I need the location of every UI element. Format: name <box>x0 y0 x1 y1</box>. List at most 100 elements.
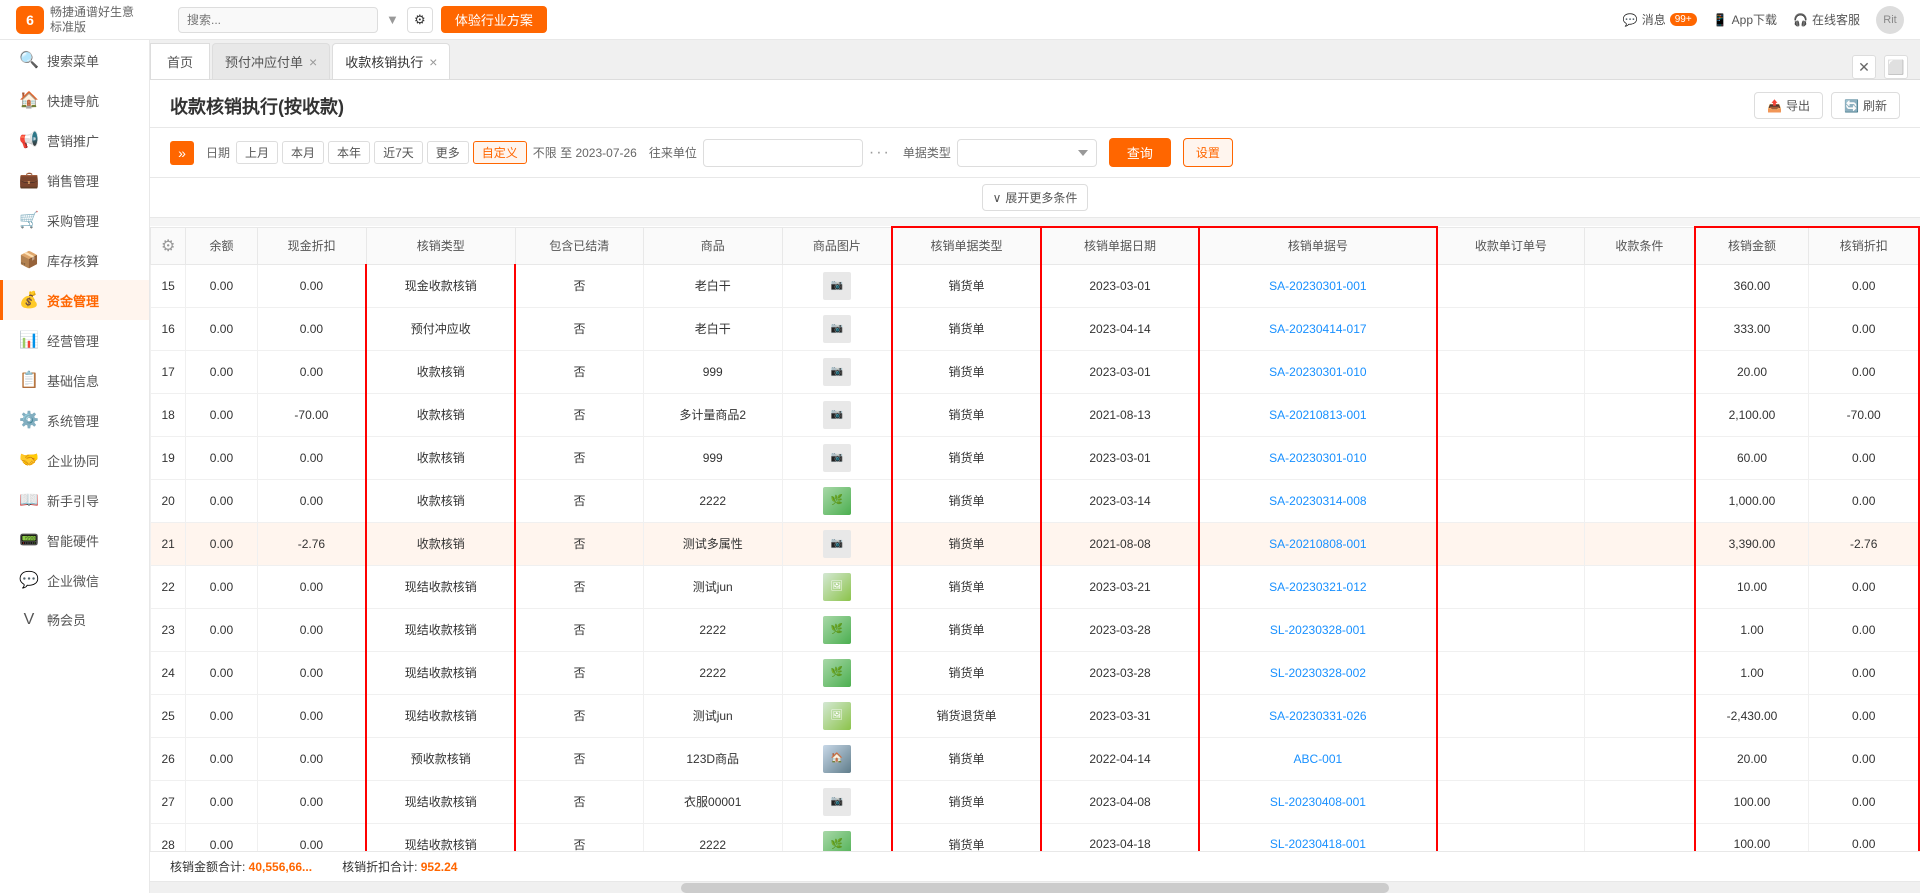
online-service-item[interactable]: 🎧 在线客服 <box>1793 11 1860 28</box>
tab-maximize-icon[interactable]: ⬜ <box>1884 55 1908 79</box>
from-unit-input[interactable] <box>703 139 863 167</box>
sidebar-item-hardware[interactable]: 📟 智能硬件 <box>0 520 149 560</box>
td-row-num: 23 <box>151 608 186 651</box>
th-product-img: 商品图片 <box>782 227 892 264</box>
date-btn-this-month[interactable]: 本月 <box>282 141 324 164</box>
td-verify-type: 预收款核销 <box>366 737 515 780</box>
message-item[interactable]: 💬 消息 99+ <box>1623 11 1697 28</box>
td-product-img: 🖼 <box>782 565 892 608</box>
td-bill-date: 2021-08-08 <box>1041 522 1199 565</box>
trial-button[interactable]: 体验行业方案 <box>441 6 547 33</box>
th-settings[interactable]: ⚙ <box>151 227 186 264</box>
sidebar-item-finance[interactable]: 💰 资金管理 <box>0 280 149 320</box>
tab-prepaid[interactable]: 预付冲应付单 × <box>212 43 330 79</box>
sidebar-item-search[interactable]: 🔍 搜索菜单 <box>0 40 149 80</box>
date-btn-last-month[interactable]: 上月 <box>236 141 278 164</box>
horizontal-scrollbar[interactable] <box>150 881 1920 893</box>
search-input[interactable] <box>178 7 378 33</box>
date-btn-this-year[interactable]: 本年 <box>328 141 370 164</box>
sidebar-item-basic-info[interactable]: 📋 基础信息 <box>0 360 149 400</box>
date-btn-7days[interactable]: 近7天 <box>374 141 423 164</box>
td-cash-discount: -70.00 <box>257 393 366 436</box>
sidebar-item-management[interactable]: 📊 经营管理 <box>0 320 149 360</box>
search-button[interactable]: 查询 <box>1109 138 1171 167</box>
sidebar-item-marketing[interactable]: 📢 营销推广 <box>0 120 149 160</box>
td-verify-type: 现结收款核销 <box>366 608 515 651</box>
td-product: 测试多属性 <box>643 522 782 565</box>
td-bill-no[interactable]: SA-20230321-012 <box>1199 565 1436 608</box>
td-bill-no[interactable]: SA-20230314-008 <box>1199 479 1436 522</box>
page-header: 收款核销执行(按收款) 📤 导出 🔄 刷新 <box>150 80 1920 128</box>
filter-settings-button[interactable]: 设置 <box>1183 138 1233 167</box>
td-payment-term <box>1585 694 1695 737</box>
bill-type-select[interactable] <box>957 139 1097 167</box>
refresh-button[interactable]: 🔄 刷新 <box>1831 92 1900 119</box>
td-bill-no[interactable]: ABC-001 <box>1199 737 1436 780</box>
td-cash-discount: 0.00 <box>257 780 366 823</box>
td-collection-order <box>1437 780 1585 823</box>
td-bill-no[interactable]: SA-20230414-017 <box>1199 307 1436 350</box>
app-download-item[interactable]: 📱 App下载 <box>1713 11 1777 28</box>
td-bill-no[interactable]: SL-20230408-001 <box>1199 780 1436 823</box>
scroll-thumb[interactable] <box>681 883 1389 893</box>
footer-total-amount: 核销金额合计: 40,556,66... <box>170 858 312 875</box>
tab-close-prepaid[interactable]: × <box>309 55 317 69</box>
td-collection-order <box>1437 608 1585 651</box>
td-verify-type: 收款核销 <box>366 393 515 436</box>
sidebar-item-quick-nav[interactable]: 🏠 快捷导航 <box>0 80 149 120</box>
td-cash-discount: 0.00 <box>257 737 366 780</box>
sidebar-item-cooperation[interactable]: 🤝 企业协同 <box>0 440 149 480</box>
td-bill-type: 销货单 <box>892 608 1041 651</box>
tab-collection[interactable]: 收款核销执行 × <box>332 43 450 79</box>
td-balance: 0.00 <box>186 393 257 436</box>
td-bill-date: 2023-03-01 <box>1041 264 1199 307</box>
td-verify-amount: 2,100.00 <box>1695 393 1809 436</box>
td-bill-no[interactable]: SL-20230328-001 <box>1199 608 1436 651</box>
td-verify-type: 现结收款核销 <box>366 823 515 851</box>
export-button[interactable]: 📤 导出 <box>1754 92 1823 119</box>
header-actions: 📤 导出 🔄 刷新 <box>1754 92 1900 119</box>
td-bill-no[interactable]: SL-20230328-002 <box>1199 651 1436 694</box>
sidebar-item-purchase[interactable]: 🛒 采购管理 <box>0 200 149 240</box>
member-icon: V <box>19 611 39 629</box>
logo-text: 畅捷通谱好生意 标准版 <box>50 5 134 34</box>
settings-icon[interactable]: ⚙ <box>407 7 433 33</box>
td-verify-amount: 1.00 <box>1695 651 1809 694</box>
td-bill-no[interactable]: SL-20230418-001 <box>1199 823 1436 851</box>
date-range-label: 不限 至 2023-07-26 <box>533 144 637 161</box>
app-logo: 6 畅捷通谱好生意 标准版 <box>16 5 166 34</box>
td-bill-no[interactable]: SA-20210808-001 <box>1199 522 1436 565</box>
filter-toggle-button[interactable]: » <box>170 141 194 165</box>
avatar[interactable]: Rit <box>1876 6 1904 34</box>
sidebar-item-system[interactable]: ⚙️ 系统管理 <box>0 400 149 440</box>
tab-home[interactable]: 首页 <box>150 43 210 79</box>
sidebar-item-label: 销售管理 <box>47 171 99 190</box>
td-bill-no[interactable]: SA-20230301-001 <box>1199 264 1436 307</box>
td-bill-no[interactable]: SA-20210813-001 <box>1199 393 1436 436</box>
search-chevron-icon[interactable]: ▼ <box>386 12 399 27</box>
td-bill-no[interactable]: SA-20230301-010 <box>1199 436 1436 479</box>
td-bill-no[interactable]: SA-20230301-010 <box>1199 350 1436 393</box>
expand-conditions-button[interactable]: ∨ 展开更多条件 <box>982 184 1089 211</box>
td-bill-type: 销货单 <box>892 436 1041 479</box>
sidebar-item-sales[interactable]: 💼 销售管理 <box>0 160 149 200</box>
td-bill-date: 2023-03-31 <box>1041 694 1199 737</box>
table-area[interactable]: ⚙ 余额 现金折扣 核销类型 包含已结清 商品 商品图片 核销单据类型 核销单据… <box>150 218 1920 851</box>
td-bill-date: 2022-04-14 <box>1041 737 1199 780</box>
tab-close-collection[interactable]: × <box>429 55 437 69</box>
chevron-down-icon: ∨ <box>993 191 1002 205</box>
tab-close-all-icon[interactable]: ✕ <box>1852 55 1876 79</box>
td-included-clear: 否 <box>515 522 643 565</box>
sidebar-item-guide[interactable]: 📖 新手引导 <box>0 480 149 520</box>
date-btn-custom[interactable]: 自定义 <box>473 141 527 164</box>
td-balance: 0.00 <box>186 780 257 823</box>
td-bill-no[interactable]: SA-20230331-026 <box>1199 694 1436 737</box>
sidebar-item-wechat[interactable]: 💬 企业微信 <box>0 560 149 600</box>
date-btn-more[interactable]: 更多 <box>427 141 469 164</box>
td-verify-type: 预付冲应收 <box>366 307 515 350</box>
td-bill-type: 销货单 <box>892 350 1041 393</box>
sidebar-item-inventory[interactable]: 📦 库存核算 <box>0 240 149 280</box>
td-verify-type: 现结收款核销 <box>366 565 515 608</box>
td-cash-discount: -2.76 <box>257 522 366 565</box>
sidebar-item-member[interactable]: V 畅会员 <box>0 600 149 639</box>
